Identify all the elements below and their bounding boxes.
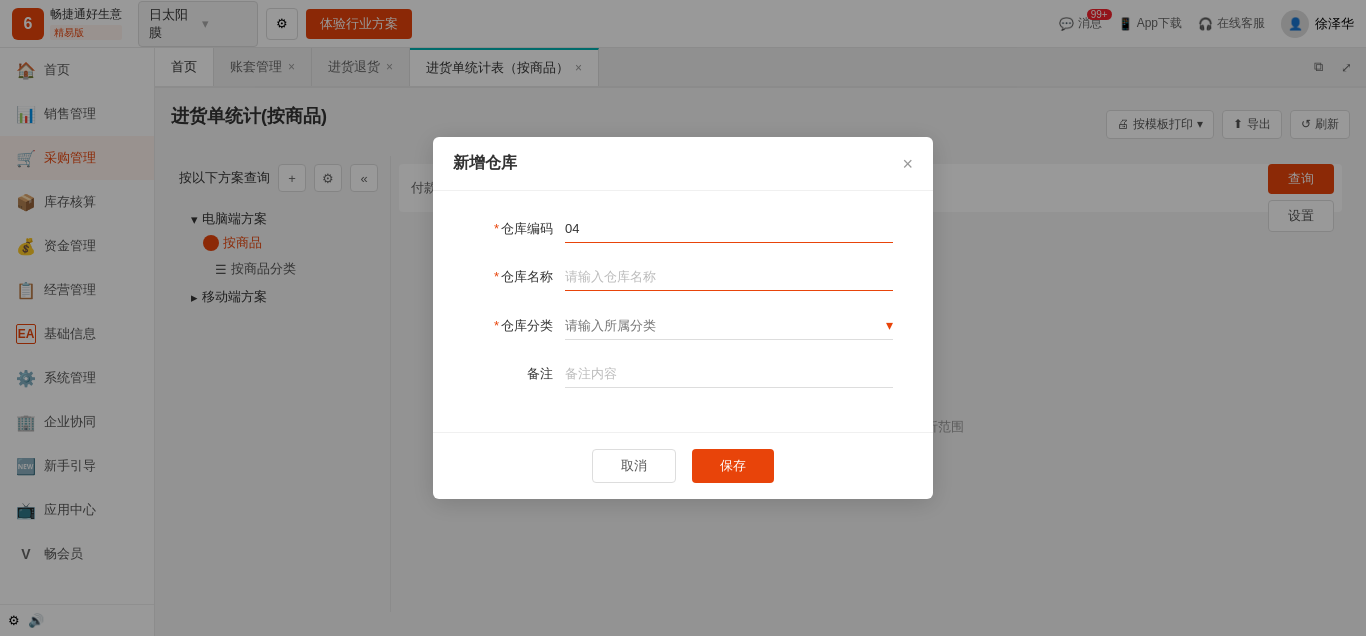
warehouse-name-row: 仓库名称 <box>473 263 893 291</box>
warehouse-category-label: 仓库分类 <box>473 317 553 335</box>
modal-footer: 取消 保存 <box>433 432 933 499</box>
category-arrow-icon: ▾ <box>886 317 893 333</box>
warehouse-code-input[interactable] <box>565 215 893 243</box>
warehouse-name-input[interactable] <box>565 263 893 291</box>
remark-label: 备注 <box>473 365 553 383</box>
cancel-button[interactable]: 取消 <box>592 449 676 483</box>
modal-close-button[interactable]: × <box>902 155 913 173</box>
add-warehouse-modal: 新增仓库 × 仓库编码 仓库名称 仓库分类 ▾ <box>433 137 933 499</box>
modal-title: 新增仓库 <box>453 153 517 174</box>
modal-body: 仓库编码 仓库名称 仓库分类 ▾ 备注 <box>433 191 933 432</box>
modal-header: 新增仓库 × <box>433 137 933 191</box>
warehouse-category-input[interactable] <box>565 318 886 333</box>
remark-input[interactable] <box>565 360 893 388</box>
warehouse-name-label: 仓库名称 <box>473 268 553 286</box>
modal-overlay[interactable]: 新增仓库 × 仓库编码 仓库名称 仓库分类 ▾ <box>0 0 1366 636</box>
warehouse-code-label: 仓库编码 <box>473 220 553 238</box>
warehouse-category-select[interactable]: ▾ <box>565 311 893 340</box>
warehouse-category-row: 仓库分类 ▾ <box>473 311 893 340</box>
warehouse-code-row: 仓库编码 <box>473 215 893 243</box>
save-button[interactable]: 保存 <box>692 449 774 483</box>
remark-row: 备注 <box>473 360 893 388</box>
